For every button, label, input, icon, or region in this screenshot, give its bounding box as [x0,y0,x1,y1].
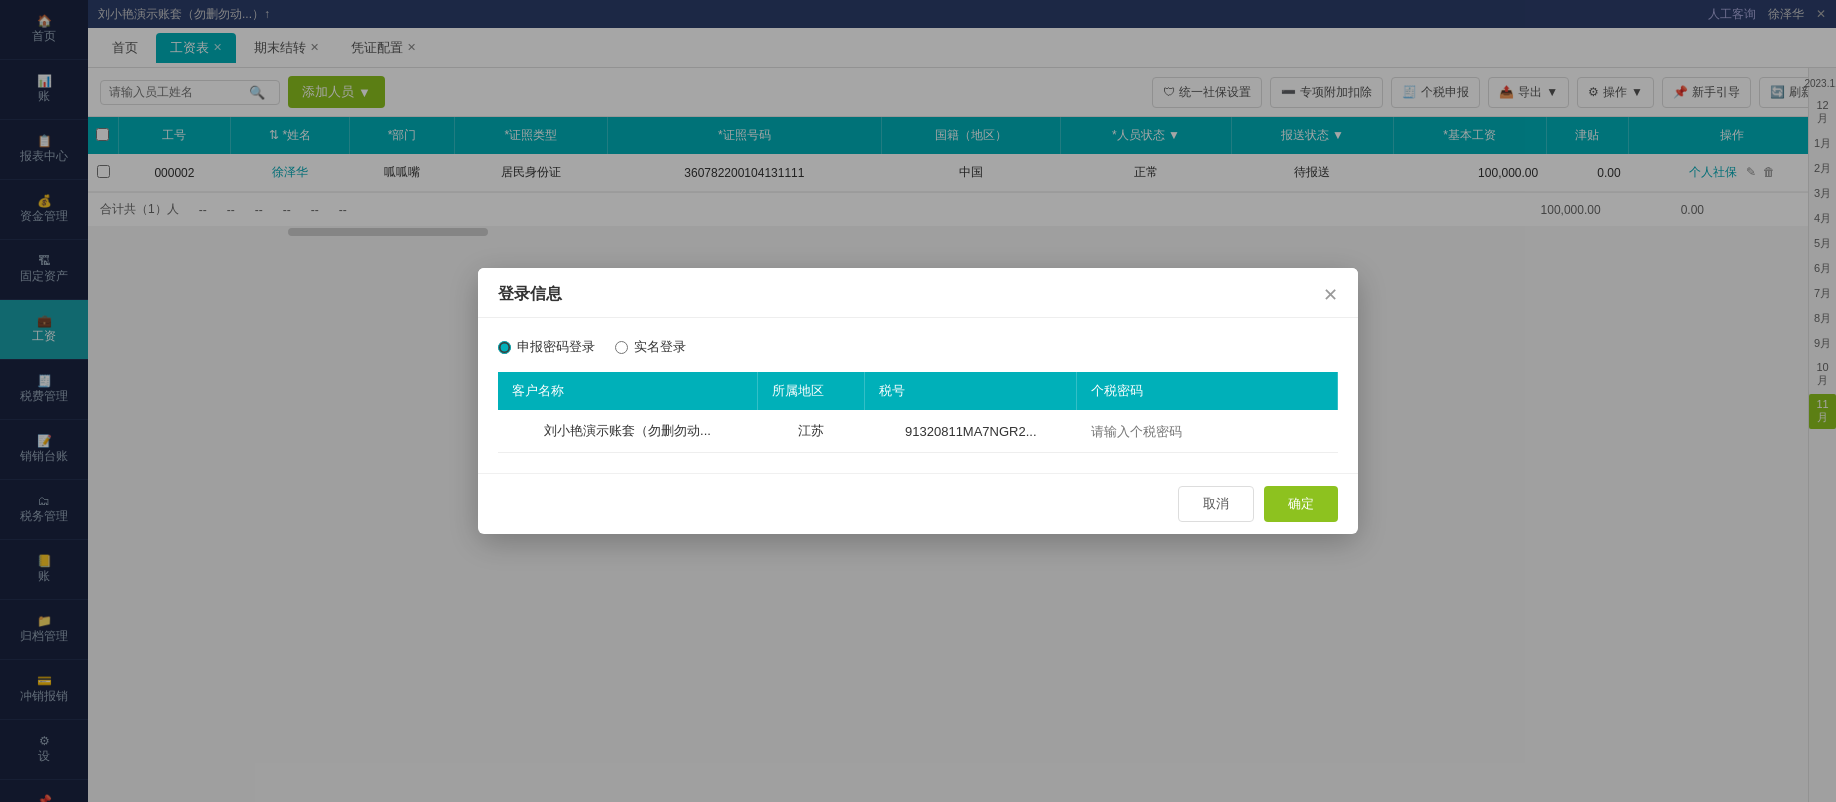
dialog-col-name: 客户名称 [498,372,757,410]
tax-password-input[interactable] [1091,424,1324,439]
login-info-table: 客户名称 所属地区 税号 个税密码 刘小艳演示账套（勿删勿动... 江苏 913… [498,372,1338,453]
dialog-row-tax: 91320811MA7NGR2... [865,410,1077,453]
login-table-row: 刘小艳演示账套（勿删勿动... 江苏 91320811MA7NGR2... [498,410,1338,453]
confirm-button[interactable]: 确定 [1264,486,1338,522]
dialog-row-region: 江苏 [757,410,865,453]
dialog-header: 登录信息 ✕ [478,268,1358,318]
dialog-footer: 取消 确定 [478,473,1358,534]
radio-password-label[interactable]: 申报密码登录 [498,338,595,356]
dialog-close-button[interactable]: ✕ [1323,286,1338,304]
dialog-title: 登录信息 [498,284,562,305]
login-type-radio-group: 申报密码登录 实名登录 [498,338,1338,356]
dialog-body: 申报密码登录 实名登录 客户名称 所属地区 税号 个税密码 [478,318,1358,473]
radio-password[interactable] [498,341,511,354]
radio-realname-label[interactable]: 实名登录 [615,338,686,356]
dialog-col-region: 所属地区 [757,372,865,410]
dialog-row-name: 刘小艳演示账套（勿删勿动... [498,410,757,453]
dialog-row-password[interactable] [1077,410,1338,453]
modal-overlay: 登录信息 ✕ 申报密码登录 实名登录 客户名称 所属 [0,0,1836,802]
cancel-button[interactable]: 取消 [1178,486,1254,522]
radio-realname[interactable] [615,341,628,354]
login-dialog: 登录信息 ✕ 申报密码登录 实名登录 客户名称 所属 [478,268,1358,534]
dialog-col-password: 个税密码 [1077,372,1338,410]
dialog-col-tax: 税号 [865,372,1077,410]
